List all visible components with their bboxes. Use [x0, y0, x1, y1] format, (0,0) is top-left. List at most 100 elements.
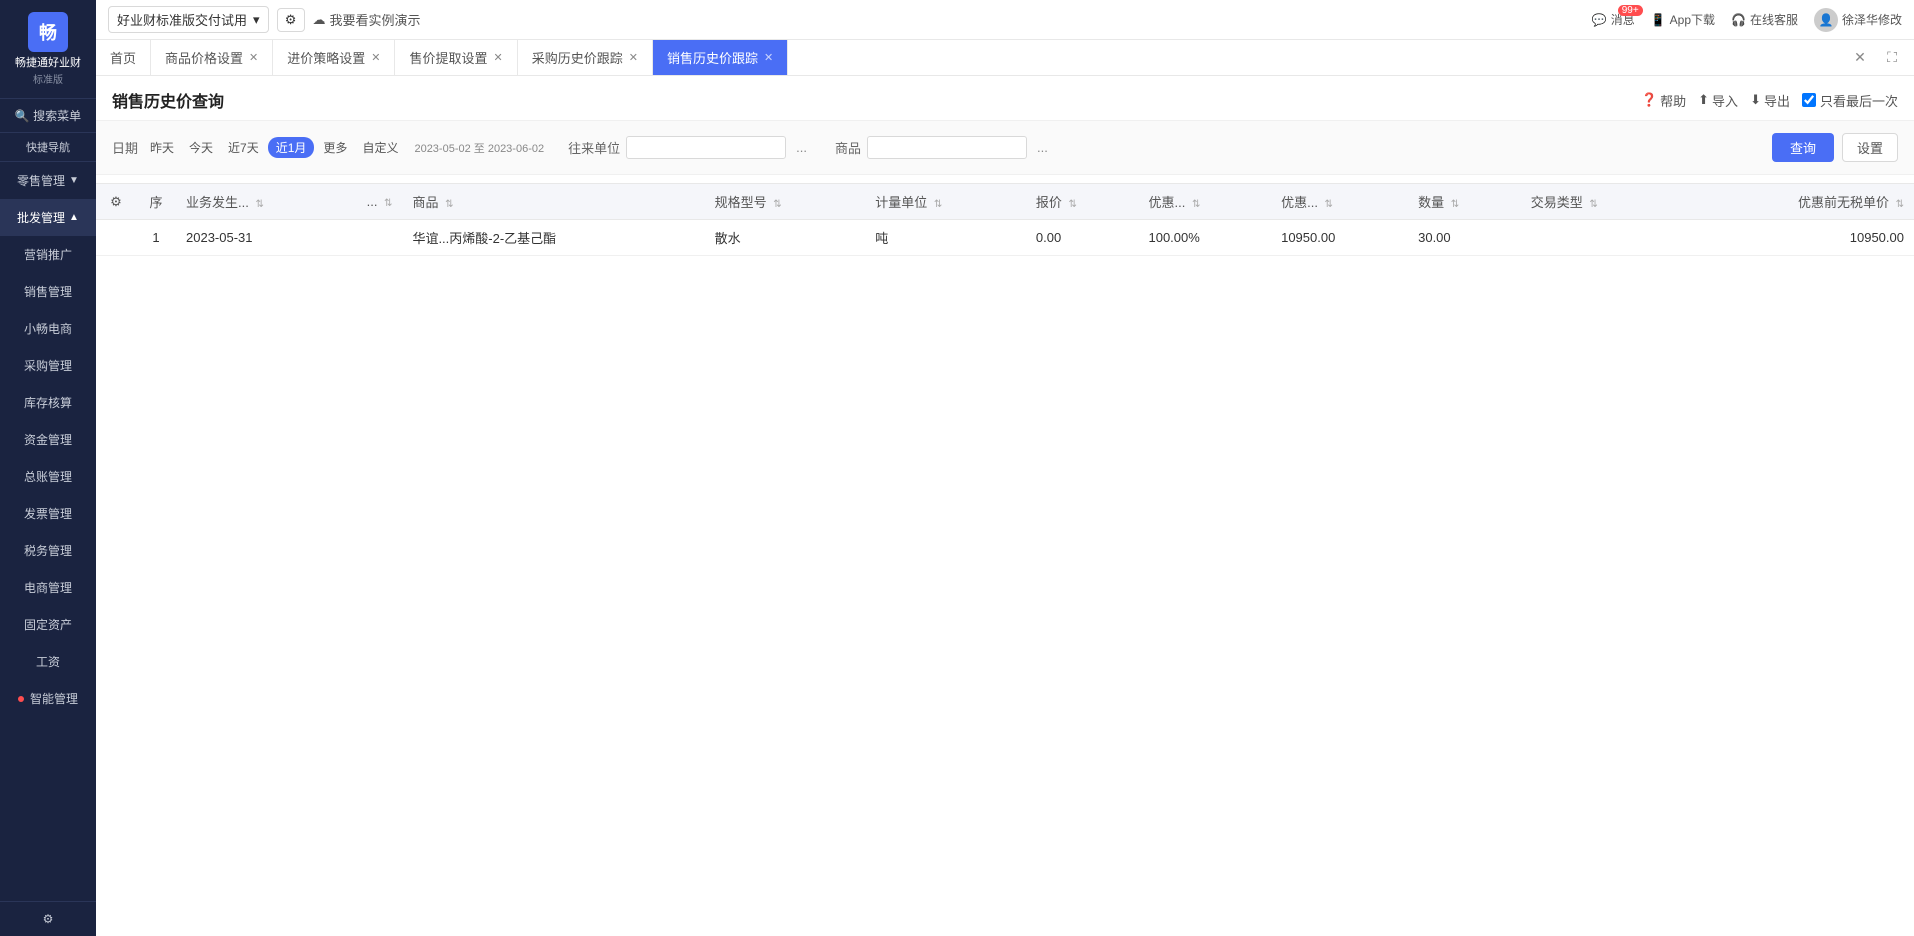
date-btn-yesterday[interactable]: 昨天: [144, 137, 180, 158]
discount2-sort-icon: ⇅: [1325, 199, 1333, 210]
sidebar-item-fixed-assets[interactable]: 固定资产: [0, 606, 96, 643]
tab-product-price-close-icon[interactable]: ✕: [249, 51, 258, 64]
table-row: 1 2023-05-31 华谊...丙烯酸-2-乙基己酯 散水 吨 0.00 1…: [96, 220, 1914, 256]
date-btn-more[interactable]: 更多: [317, 137, 353, 158]
tab-sales-history-close-icon[interactable]: ✕: [764, 51, 773, 64]
topbar-demo[interactable]: ☁ 我要看实例演示: [313, 10, 421, 29]
source-unit-input[interactable]: [626, 136, 786, 159]
import-icon: ⬆: [1698, 92, 1709, 108]
tab-sales-history-label: 销售历史价跟踪: [667, 48, 758, 67]
tab-purchase-strategy[interactable]: 进价策略设置 ✕: [273, 40, 395, 76]
sidebar-item-retail[interactable]: 零售管理 ▼: [0, 162, 96, 199]
quantity-sort-icon: ⇅: [1451, 199, 1459, 210]
data-table: ⚙ 序 业务发生... ⇅ ... ⇅ 商品 ⇅ 规格型: [96, 183, 1914, 256]
tab-home[interactable]: 首页: [96, 40, 151, 76]
sidebar-quick-nav[interactable]: 快捷导航: [0, 133, 96, 162]
tab-sales-history[interactable]: 销售历史价跟踪 ✕: [653, 40, 788, 76]
row-unit-cell: 吨: [865, 220, 1026, 256]
topbar-online-service-label: 在线客服: [1750, 11, 1798, 28]
sidebar-item-ecommerce[interactable]: 电商管理: [0, 569, 96, 606]
tab-sale-extract[interactable]: 售价提取设置 ✕: [395, 40, 517, 76]
th-price[interactable]: 报价 ⇅: [1026, 184, 1139, 220]
main-content: 好业财标准版交付试用 ▾ ⚙ ☁ 我要看实例演示 💬 消息 99+ 📱 App下…: [96, 0, 1914, 936]
export-icon: ⬇: [1750, 92, 1761, 108]
sidebar-item-sales[interactable]: 销售管理: [0, 273, 96, 310]
sidebar-item-tax[interactable]: 税务管理: [0, 532, 96, 569]
source-unit-more-button[interactable]: ...: [792, 138, 811, 157]
sidebar-search[interactable]: 🔍 搜索菜单: [0, 99, 96, 133]
column-settings-icon[interactable]: ⚙: [110, 194, 122, 209]
th-biz-date[interactable]: 业务发生... ⇅: [176, 184, 357, 220]
marketing-label: 营销推广: [24, 246, 72, 263]
tab-sale-extract-close-icon[interactable]: ✕: [494, 51, 503, 64]
export-link[interactable]: ⬇ 导出: [1750, 91, 1790, 110]
topbar-gear-button[interactable]: ⚙: [277, 8, 305, 32]
topbar-user[interactable]: 👤 徐泽华修改: [1814, 8, 1902, 32]
product-sort-icon: ⇅: [445, 199, 453, 210]
th-discount1[interactable]: 优惠... ⇅: [1138, 184, 1271, 220]
row-pretax-price-cell: 10950.00: [1681, 220, 1914, 256]
date-btn-custom[interactable]: 自定义: [356, 137, 404, 158]
tab-expand-button[interactable]: ⛶: [1878, 44, 1906, 72]
product-filter-group: 商品 ...: [835, 136, 1052, 159]
sidebar: 畅 畅捷通好业财 标准版 🔍 搜索菜单 快捷导航 零售管理 ▼ 批发管理 ▲ 营…: [0, 0, 96, 936]
table-container: ⚙ 序 业务发生... ⇅ ... ⇅ 商品 ⇅ 规格型: [96, 175, 1914, 264]
only-last-checkbox[interactable]: [1802, 93, 1816, 107]
tabs-bar: 首页 商品价格设置 ✕ 进价策略设置 ✕ 售价提取设置 ✕ 采购历史价跟踪 ✕ …: [96, 40, 1914, 76]
app-edition: 标准版: [33, 71, 63, 86]
th-spec[interactable]: 规格型号 ⇅: [705, 184, 866, 220]
setting-button[interactable]: 设置: [1842, 133, 1898, 162]
tab-purchase-history[interactable]: 采购历史价跟踪 ✕: [518, 40, 653, 76]
discount1-sort-icon: ⇅: [1192, 199, 1200, 210]
phone-icon: 📱: [1651, 13, 1666, 27]
topbar-settings-icon: ⚙: [285, 12, 297, 28]
sidebar-item-finance[interactable]: 资金管理: [0, 421, 96, 458]
th-settings[interactable]: ⚙: [96, 184, 136, 220]
sidebar-item-ecommerce-small[interactable]: 小畅电商: [0, 310, 96, 347]
date-btn-today[interactable]: 今天: [183, 137, 219, 158]
th-discount2[interactable]: 优惠... ⇅: [1271, 184, 1408, 220]
th-pretax-price[interactable]: 优惠前无税单价 ⇅: [1681, 184, 1914, 220]
topbar-selector[interactable]: 好业财标准版交付试用 ▾: [108, 6, 269, 33]
topbar-app-download[interactable]: 📱 App下载: [1651, 11, 1715, 28]
sidebar-item-purchase[interactable]: 采购管理: [0, 347, 96, 384]
tab-sale-extract-label: 售价提取设置: [409, 48, 487, 67]
topbar-demo-label: 我要看实例演示: [330, 10, 421, 29]
spec-sort-icon: ⇅: [773, 199, 781, 210]
date-btn-1month[interactable]: 近1月: [268, 137, 315, 158]
topbar-online-service[interactable]: 🎧 在线客服: [1731, 11, 1798, 28]
th-action[interactable]: ... ⇅: [357, 184, 403, 220]
product-input[interactable]: [867, 136, 1027, 159]
tab-purchase-strategy-close-icon[interactable]: ✕: [371, 51, 380, 64]
th-quantity[interactable]: 数量 ⇅: [1408, 184, 1521, 220]
smart-dot-icon: [18, 696, 24, 702]
tab-product-price[interactable]: 商品价格设置 ✕: [151, 40, 273, 76]
topbar-messages[interactable]: 💬 消息 99+: [1592, 11, 1635, 28]
sidebar-item-wholesale[interactable]: 批发管理 ▲: [0, 199, 96, 236]
tab-purchase-history-close-icon[interactable]: ✕: [629, 51, 638, 64]
th-unit[interactable]: 计量单位 ⇅: [865, 184, 1026, 220]
import-link[interactable]: ⬆ 导入: [1698, 91, 1738, 110]
tab-close-button[interactable]: ✕: [1846, 44, 1874, 72]
sidebar-item-invoice[interactable]: 发票管理: [0, 495, 96, 532]
date-btn-7days[interactable]: 近7天: [222, 137, 265, 158]
sidebar-item-warehouse[interactable]: 库存核算: [0, 384, 96, 421]
sidebar-item-marketing[interactable]: 营销推广: [0, 236, 96, 273]
sidebar-item-smart[interactable]: 智能管理: [0, 680, 96, 717]
help-link[interactable]: ❓ 帮助: [1641, 91, 1686, 110]
query-button[interactable]: 查询: [1772, 133, 1834, 162]
smart-label: 智能管理: [30, 690, 78, 707]
sidebar-item-salary[interactable]: 工资: [0, 643, 96, 680]
product-more-button[interactable]: ...: [1033, 138, 1052, 157]
th-trade-type[interactable]: 交易类型 ⇅: [1521, 184, 1682, 220]
sidebar-settings[interactable]: ⚙: [0, 901, 96, 936]
sidebar-logo: 畅 畅捷通好业财 标准版: [0, 0, 96, 99]
wholesale-label: 批发管理: [17, 209, 65, 226]
th-product[interactable]: 商品 ⇅: [402, 184, 704, 220]
headset-icon: 🎧: [1731, 13, 1746, 27]
page-header: 销售历史价查询 ❓ 帮助 ⬆ 导入 ⬇ 导出 只看最后一次: [96, 76, 1914, 121]
sidebar-item-general-ledger[interactable]: 总账管理: [0, 458, 96, 495]
user-avatar-icon: 👤: [1814, 8, 1838, 32]
only-last-checkbox-label[interactable]: 只看最后一次: [1802, 91, 1898, 110]
row-settings-cell: [96, 220, 136, 256]
